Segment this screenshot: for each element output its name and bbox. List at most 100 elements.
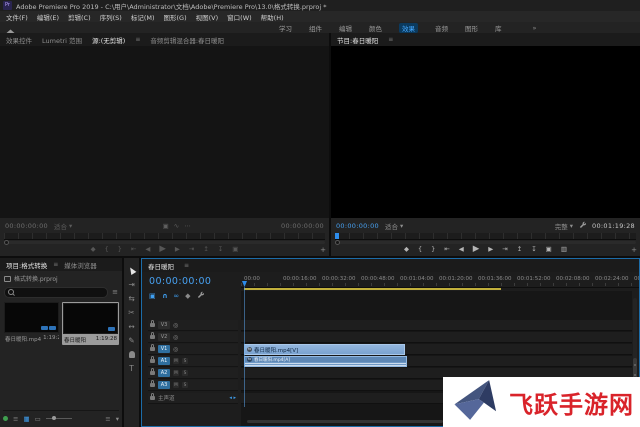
lock-icon[interactable] — [150, 380, 155, 387]
mark-out-icon[interactable]: } — [431, 245, 435, 253]
project-breadcrumb[interactable]: 格式转换.prproj — [4, 273, 118, 284]
step-forward-icon[interactable]: ▶ — [175, 245, 180, 253]
source-fit-dropdown[interactable]: 适合 ▾ — [54, 221, 72, 231]
menu-help[interactable]: 帮助(H) — [261, 12, 284, 22]
lock-icon[interactable] — [150, 393, 155, 400]
mute-button[interactable]: M — [173, 358, 179, 364]
clip-thumbnail[interactable] — [4, 302, 59, 333]
tab-audio-clip-mixer[interactable]: 音频剪辑混合器:春日暖阳 — [150, 35, 224, 45]
project-item-sequence[interactable]: 春日暖阳 1:19:28 — [62, 302, 119, 345]
step-forward-icon[interactable]: ▶ — [488, 245, 493, 253]
go-to-in-icon[interactable]: ⇤ — [444, 245, 449, 253]
track-output-eye-icon[interactable]: ◎ — [173, 334, 178, 341]
selection-tool[interactable] — [127, 265, 136, 276]
tab-effect-controls[interactable]: 效果控件 — [6, 35, 32, 45]
track-target-v3[interactable]: V3 — [158, 321, 170, 329]
workspace-overflow-icon[interactable]: » — [533, 24, 537, 32]
program-fit-dropdown[interactable]: 适合 ▾ — [385, 221, 403, 231]
panel-menu-icon[interactable]: ≡ — [53, 261, 58, 268]
nest-toggle-icon[interactable]: ▣ — [149, 292, 156, 300]
menu-graphics[interactable]: 图形(G) — [164, 12, 187, 22]
go-to-out-icon[interactable]: ⇥ — [189, 245, 194, 253]
track-target-a2[interactable]: A2 — [158, 369, 170, 377]
hand-tool[interactable] — [128, 350, 135, 359]
menu-window[interactable]: 窗口(W) — [227, 12, 252, 22]
project-item-clip[interactable]: 春日暖阳.mp4 1:19:28 — [4, 302, 59, 345]
sort-arrow-icon[interactable]: ▾ — [116, 415, 119, 423]
insert-icon[interactable]: ↥ — [203, 245, 208, 253]
tab-sequence[interactable]: 春日暖阳 — [148, 261, 174, 271]
tab-media-browser[interactable]: 媒体浏览器 — [64, 260, 97, 270]
linked-selection-icon[interactable]: ∞ — [173, 292, 179, 300]
mute-button[interactable]: M — [173, 382, 179, 388]
track-target-v1[interactable]: V1 — [158, 345, 170, 353]
panel-menu-icon[interactable]: ≡ — [388, 36, 393, 43]
sequence-thumbnail[interactable] — [63, 303, 118, 334]
list-view-icon[interactable]: ≡ — [13, 415, 18, 423]
overwrite-icon[interactable]: ↧ — [218, 245, 223, 253]
lock-icon[interactable] — [150, 344, 155, 351]
program-time-ruler[interactable] — [335, 233, 636, 240]
timeline-settings-wrench-icon[interactable] — [197, 291, 204, 300]
step-back-icon[interactable]: ◀ — [145, 245, 150, 253]
freeform-view-icon[interactable]: ▭ — [35, 415, 41, 423]
workspace-tab-effects[interactable]: 效果 — [399, 22, 418, 33]
mark-in-icon[interactable]: { — [418, 245, 422, 253]
program-resolution-dropdown[interactable]: 完整 ▾ — [555, 221, 573, 231]
track-lane-v2[interactable] — [241, 332, 632, 343]
menu-sequence[interactable]: 序列(S) — [100, 12, 122, 22]
track-target-a3[interactable]: A3 — [158, 381, 170, 389]
track-target-a1[interactable]: A1 — [158, 357, 170, 365]
track-target-v2[interactable]: V2 — [158, 333, 170, 341]
track-output-eye-icon[interactable]: ◎ — [173, 322, 178, 329]
slip-tool[interactable]: ↔ — [128, 322, 134, 331]
menu-view[interactable]: 视图(V) — [196, 12, 219, 22]
menu-edit[interactable]: 编辑(E) — [37, 12, 59, 22]
solo-button[interactable]: S — [182, 358, 188, 364]
program-playhead[interactable] — [335, 233, 339, 239]
lock-icon[interactable] — [150, 332, 155, 339]
source-time-ruler[interactable] — [4, 233, 325, 240]
track-output-eye-icon[interactable]: ◎ — [173, 346, 178, 353]
lock-icon[interactable] — [150, 356, 155, 363]
razor-tool[interactable]: ✂ — [128, 308, 134, 317]
audio-clip[interactable]: fx 春日暖阳.mp4[A] — [244, 356, 407, 367]
add-marker-icon[interactable]: ◆ — [185, 292, 190, 300]
export-frame-icon[interactable]: ▣ — [232, 245, 238, 253]
program-position-timecode[interactable]: 00:00:00:00 — [336, 222, 379, 230]
timeline-position-timecode[interactable]: 00:00:00:00 — [149, 276, 211, 287]
lock-icon[interactable] — [150, 320, 155, 327]
type-tool[interactable]: T — [129, 364, 134, 373]
lift-icon[interactable]: ↥ — [517, 245, 522, 253]
menu-file[interactable]: 文件(F) — [6, 12, 28, 22]
drag-audio-icon[interactable]: ∿ — [174, 222, 179, 230]
icon-view-icon[interactable]: ▦ — [23, 415, 29, 423]
solo-button[interactable]: S — [182, 382, 188, 388]
go-to-out-icon[interactable]: ⇥ — [502, 245, 507, 253]
thumbnail-zoom-slider[interactable] — [45, 416, 72, 420]
tab-program[interactable]: 节目:春日暖阳 — [337, 35, 378, 45]
workspace-tab-libraries[interactable]: 库 — [495, 23, 502, 33]
track-select-tool[interactable]: ⇥ — [128, 280, 134, 289]
mark-out-icon[interactable]: } — [118, 245, 122, 253]
pen-tool[interactable]: ✎ — [128, 336, 134, 345]
panel-menu-icon[interactable]: ≡ — [135, 36, 140, 43]
export-frame-icon[interactable]: ▣ — [546, 245, 552, 253]
extract-icon[interactable]: ↧ — [531, 245, 536, 253]
ripple-edit-tool[interactable]: ⇆ — [128, 294, 134, 303]
master-keyframe-icons[interactable]: ◂ ▸ — [229, 395, 236, 401]
mute-button[interactable]: M — [173, 370, 179, 376]
comparison-view-icon[interactable]: ▥ — [561, 245, 567, 253]
sort-icon[interactable]: ≡ — [105, 415, 110, 423]
workspace-tab-editing[interactable]: 编辑 — [339, 23, 352, 33]
play-icon[interactable]: ▶ — [473, 244, 480, 254]
menu-markers[interactable]: 标记(M) — [131, 12, 155, 22]
lock-icon[interactable] — [150, 368, 155, 375]
add-marker-icon[interactable]: ◆ — [91, 245, 96, 253]
tab-project[interactable]: 项目:格式转换 — [6, 260, 47, 270]
workspace-tab-learning[interactable]: 学习 — [279, 23, 292, 33]
workspace-tab-audio[interactable]: 音频 — [435, 23, 448, 33]
project-writable-icon[interactable] — [3, 416, 8, 421]
snap-icon[interactable]: ∪ — [162, 292, 168, 300]
settings-wrench-icon[interactable] — [579, 221, 587, 230]
